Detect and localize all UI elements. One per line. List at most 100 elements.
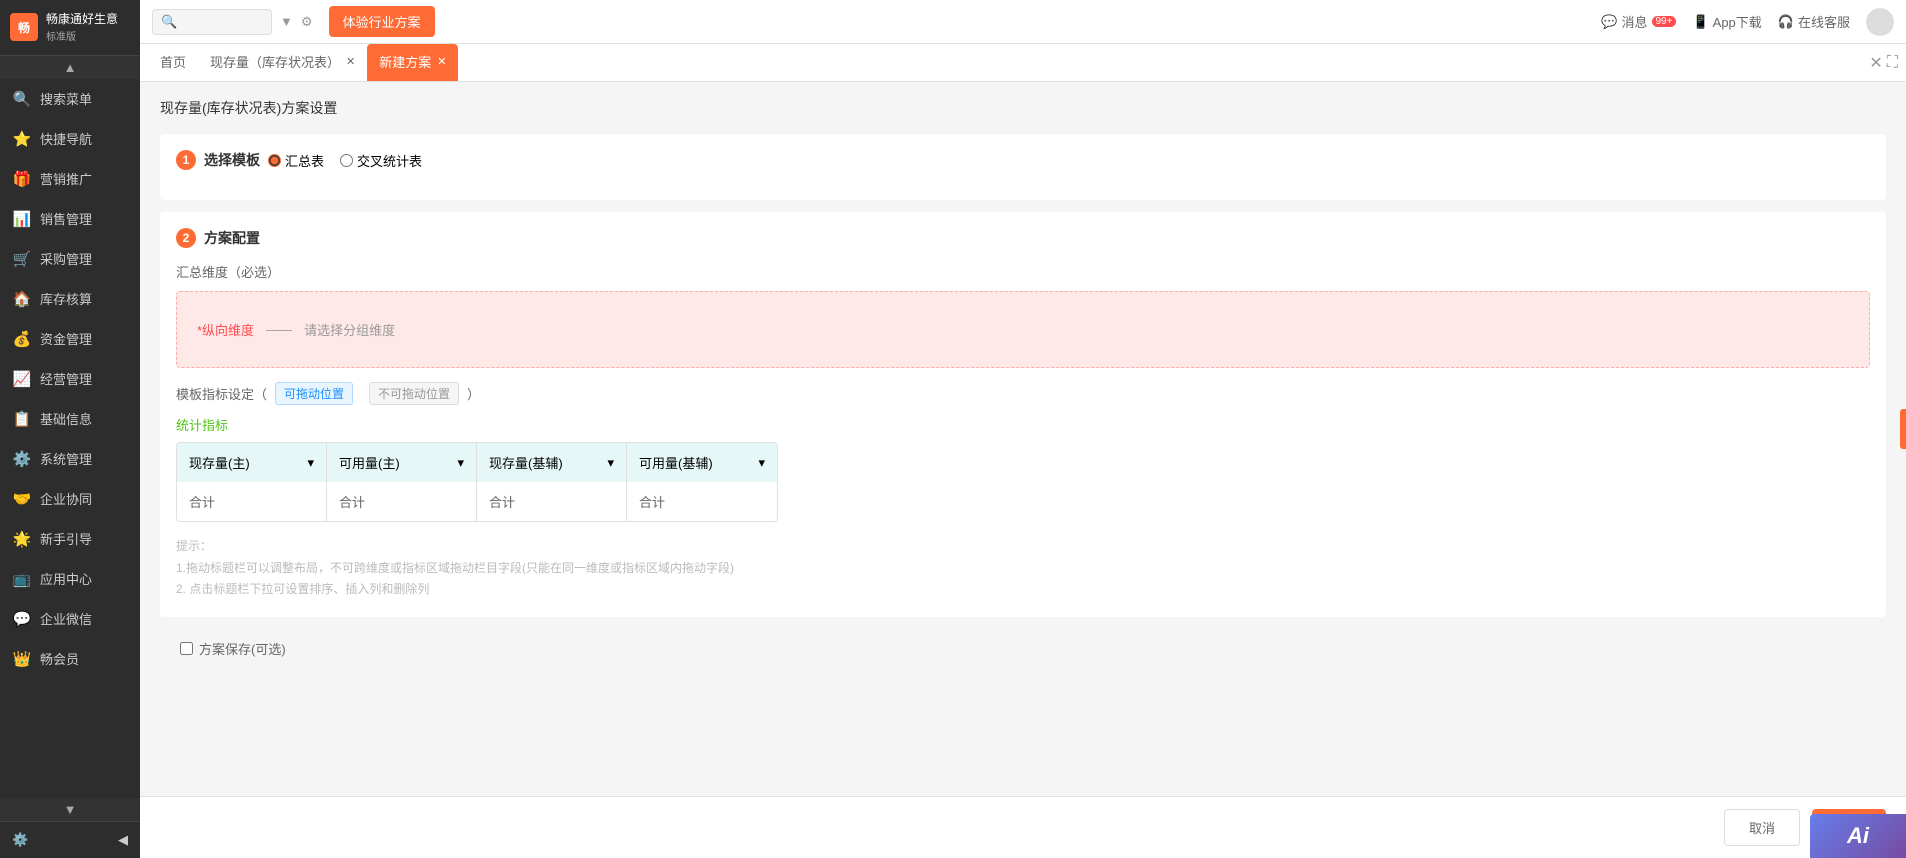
tab-expand-btns: ✕ ⛶ [1869, 53, 1898, 73]
sidebar-scroll-down[interactable]: ▼ [0, 798, 140, 821]
indicator-settings-label: 模板指标设定（ [176, 384, 267, 403]
sidebar-item-search[interactable]: 🔍 搜索菜单 [0, 79, 140, 119]
tab-home[interactable]: 首页 [148, 44, 198, 81]
sidebar-item-member[interactable]: 👑 畅会员 [0, 639, 140, 679]
message-badge: 99+ [1652, 16, 1677, 27]
message-action[interactable]: 💬 消息 99+ [1601, 12, 1676, 31]
message-label: 消息 [1621, 12, 1647, 31]
stats-col-header-0[interactable]: 现存量(主) ▾ [177, 443, 327, 482]
sidebar-item-appcenter[interactable]: 📺 应用中心 [0, 559, 140, 599]
tip-2: 2. 点击标题栏下拉可设置排序、插入列和删除列 [176, 579, 1870, 601]
tab-home-label: 首页 [160, 52, 186, 71]
sidebar-item-purchase[interactable]: 🛒 采购管理 [0, 239, 140, 279]
close-tab-btn[interactable]: ✕ [1869, 53, 1882, 73]
brand-name: 畅康通好生意 [46, 12, 118, 28]
stats-label: 统计指标 [176, 415, 1870, 434]
app-download-action[interactable]: 📱 App下载 [1692, 12, 1761, 31]
chart-icon: 📊 [12, 209, 32, 229]
right-sidebar-toggle[interactable] [1900, 409, 1906, 449]
settings-icon[interactable]: ⚙️ [12, 832, 28, 848]
tab-new-plan[interactable]: 新建方案 ✕ [367, 44, 458, 81]
indicator-settings: 模板指标设定（ 可拖动位置 不可拖动位置 ） [176, 382, 1870, 405]
step1-header: 1 选择模板 汇总表 交叉统计表 [176, 150, 1870, 170]
sidebar-item-guide-label: 新手引导 [40, 529, 92, 548]
tab-inventory[interactable]: 现存量（库存状况表） ✕ [198, 44, 367, 81]
search-input[interactable] [181, 15, 261, 29]
tip-prefix: 提示： [176, 536, 1870, 558]
dim-dash: —— [266, 322, 292, 337]
radio-summary[interactable]: 汇总表 [268, 151, 324, 170]
sidebar-item-search-label: 搜索菜单 [40, 89, 92, 108]
sidebar-nav: 🔍 搜索菜单 ⭐ 快捷导航 🎁 营销推广 📊 销售管理 🛒 采购管理 🏠 库存核… [0, 79, 140, 798]
stats-col-body-0: 合计 [177, 482, 327, 521]
dimension-box[interactable]: *纵向维度 —— 请选择分组维度 [176, 291, 1870, 368]
sidebar-item-enterprise[interactable]: 🤝 企业协同 [0, 479, 140, 519]
gear-icon: ⚙️ [12, 449, 32, 469]
stats-col-header-label-2: 现存量(基辅) [489, 453, 563, 472]
stats-col-header-1[interactable]: 可用量(主) ▾ [327, 443, 477, 482]
stats-col-body-label-1: 合计 [339, 495, 365, 510]
stats-col-body-label-2: 合计 [489, 495, 515, 510]
search-icon: 🔍 [161, 14, 177, 30]
sidebar-item-system-label: 系统管理 [40, 449, 92, 468]
main-area: 🔍 ▼ ⚙ 体验行业方案 💬 消息 99+ 📱 App下载 🎧 在线客服 [140, 0, 1906, 858]
radio-cross[interactable]: 交叉统计表 [340, 151, 422, 170]
home-icon: 🏠 [12, 289, 32, 309]
cancel-button[interactable]: 取消 [1724, 809, 1800, 846]
dropdown-icon[interactable]: ▼ [280, 14, 293, 29]
phone-icon: 📱 [1692, 14, 1708, 30]
sidebar-item-basic[interactable]: 📋 基础信息 [0, 399, 140, 439]
sidebar-item-system[interactable]: ⚙️ 系统管理 [0, 439, 140, 479]
tabs-bar: 首页 现存量（库存状况表） ✕ 新建方案 ✕ ✕ ⛶ [140, 44, 1906, 82]
sidebar-scroll-up[interactable]: ▲ [0, 56, 140, 79]
sidebar-item-inventory[interactable]: 🏠 库存核算 [0, 279, 140, 319]
step2-title: 方案配置 [204, 228, 260, 248]
sidebar-item-finance[interactable]: 💰 资金管理 [0, 319, 140, 359]
sidebar-item-wechat-label: 企业微信 [40, 609, 92, 628]
tab-inventory-close[interactable]: ✕ [346, 55, 355, 68]
settings-icon[interactable]: ⚙ [301, 14, 313, 30]
online-service-action[interactable]: 🎧 在线客服 [1778, 12, 1850, 31]
search-box[interactable]: 🔍 [152, 9, 272, 35]
expand-tab-btn[interactable]: ⛶ [1887, 53, 1898, 73]
sidebar-item-quicknav-label: 快捷导航 [40, 129, 92, 148]
collapse-icon[interactable]: ◀ [118, 832, 128, 848]
save-checkbox-label[interactable]: 方案保存(可选) [180, 639, 286, 658]
sidebar-item-sales[interactable]: 📊 销售管理 [0, 199, 140, 239]
tab-inventory-label: 现存量（库存状况表） [210, 52, 340, 71]
stats-col-body-label-3: 合计 [639, 495, 665, 510]
stats-col-header-2[interactable]: 现存量(基辅) ▾ [477, 443, 627, 482]
stats-table-body: 合计 合计 合计 合计 [177, 482, 777, 521]
save-checkbox-input[interactable] [180, 642, 193, 655]
sidebar-item-wechat[interactable]: 💬 企业微信 [0, 599, 140, 639]
stats-col-body-2: 合计 [477, 482, 627, 521]
crown-icon: 👑 [12, 649, 32, 669]
tips-section: 提示： 1.拖动标题栏可以调整布局，不可跨维度或指标区域拖动栏目字段(只能在同一… [176, 536, 1870, 601]
template-radio-group: 汇总表 交叉统计表 [268, 151, 422, 170]
tab-new-plan-close[interactable]: ✕ [437, 55, 446, 68]
dim-placeholder: 请选择分组维度 [304, 320, 395, 339]
sidebar-item-quicknav[interactable]: ⭐ 快捷导航 [0, 119, 140, 159]
sidebar-item-operations[interactable]: 📈 经营管理 [0, 359, 140, 399]
sidebar-footer: ⚙️ ◀ [0, 821, 140, 858]
sidebar-item-guide[interactable]: 🌟 新手引导 [0, 519, 140, 559]
sidebar-item-marketing[interactable]: 🎁 营销推广 [0, 159, 140, 199]
dimension-label: 汇总维度（必选） [176, 262, 1870, 281]
step2-badge: 2 [176, 228, 196, 248]
ai-float-button[interactable]: Ai [1810, 814, 1906, 858]
radio-summary-input[interactable] [268, 154, 281, 167]
radio-cross-input[interactable] [340, 154, 353, 167]
wechat-icon: 💬 [12, 609, 32, 629]
stats-col-header-3[interactable]: 可用量(基辅) ▾ [627, 443, 777, 482]
trending-icon: 📈 [12, 369, 32, 389]
industry-btn[interactable]: 体验行业方案 [329, 6, 435, 37]
online-service-label: 在线客服 [1798, 12, 1850, 31]
gift-icon: 🎁 [12, 169, 32, 189]
user-avatar[interactable] [1866, 8, 1894, 36]
brand-edition: 标准版 [46, 28, 118, 43]
sidebar-item-member-label: 畅会员 [40, 649, 79, 668]
money-icon: 💰 [12, 329, 32, 349]
search-icon: 🔍 [12, 89, 32, 109]
chevron-down-icon-0: ▾ [307, 455, 314, 471]
sidebar-item-appcenter-label: 应用中心 [40, 569, 92, 588]
